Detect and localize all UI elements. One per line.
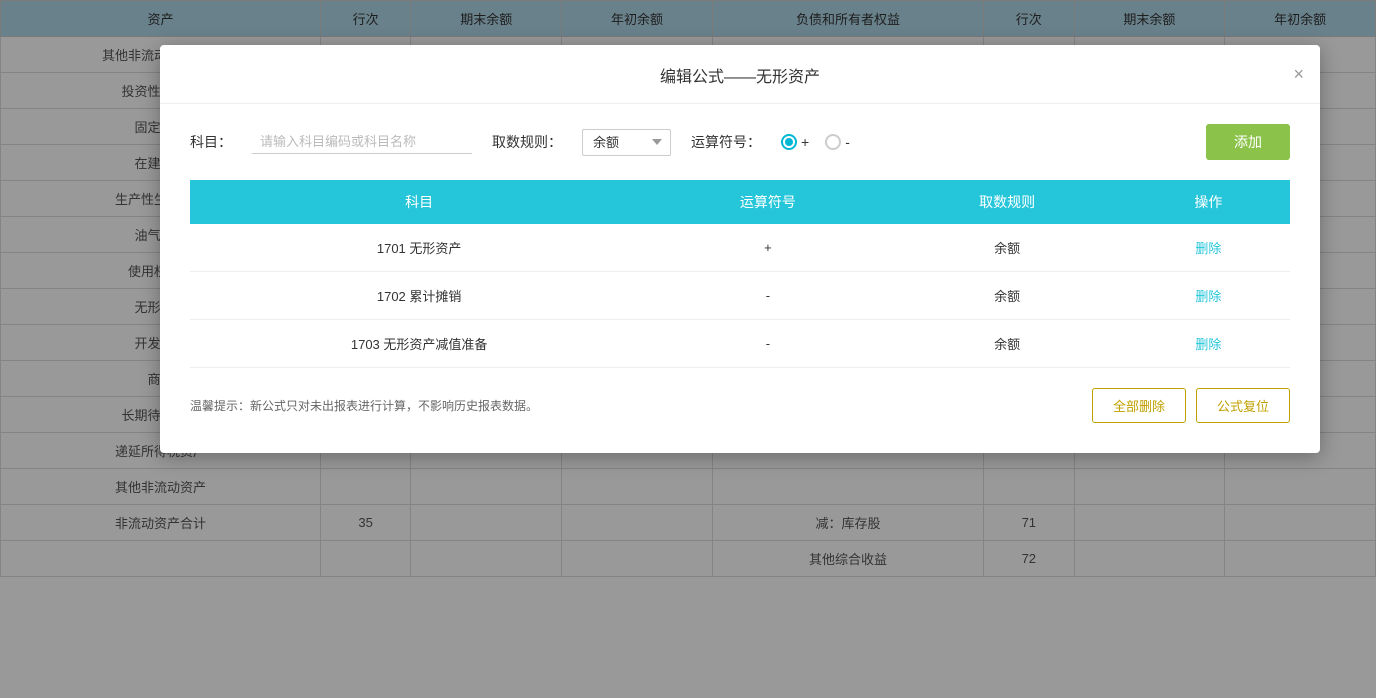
operator-label: 运算符号：	[691, 132, 761, 152]
th-action: 操作	[1127, 180, 1290, 224]
radio-plus[interactable]: +	[781, 134, 809, 150]
cell-operator: -	[648, 272, 887, 320]
delete-row-button[interactable]: 删除	[1195, 241, 1221, 256]
radio-minus[interactable]: -	[825, 134, 850, 150]
cell-subject: 1701 无形资产	[190, 224, 648, 272]
modal-close-button[interactable]: ×	[1293, 65, 1304, 83]
modal-title: 编辑公式——无形资产	[660, 63, 820, 87]
edit-formula-modal: 编辑公式——无形资产 × 科目： 取数规则： 余额 借方 贷方 借方累计 贷方累…	[160, 45, 1320, 453]
cell-rule: 余额	[888, 272, 1127, 320]
th-subject: 科目	[190, 180, 648, 224]
delete-row-button[interactable]: 删除	[1195, 337, 1221, 352]
table-row: 1701 无形资产+余额 删除	[190, 224, 1290, 272]
cell-action: 删除	[1127, 224, 1290, 272]
table-row: 1702 累计摊销-余额 删除	[190, 272, 1290, 320]
radio-minus-circle	[825, 134, 841, 150]
th-operator: 运算符号	[648, 180, 887, 224]
modal-footer: 温馨提示：新公式只对未出报表进行计算，不影响历史报表数据。 全部删除 公式复位	[160, 388, 1320, 423]
rule-label: 取数规则：	[492, 132, 562, 152]
add-button[interactable]: 添加	[1206, 124, 1290, 160]
table-header-row: 科目 运算符号 取数规则 操作	[190, 180, 1290, 224]
formula-table: 科目 运算符号 取数规则 操作 1701 无形资产+余额删除1702 累计摊销-…	[190, 180, 1290, 368]
radio-plus-label: +	[801, 134, 809, 150]
delete-row-button[interactable]: 删除	[1195, 289, 1221, 304]
cell-subject: 1703 无形资产减值准备	[190, 320, 648, 368]
footer-tip: 温馨提示：新公式只对未出报表进行计算，不影响历史报表数据。	[190, 397, 538, 414]
operator-radio-group: + -	[781, 134, 850, 150]
formula-table-wrapper: 科目 运算符号 取数规则 操作 1701 无形资产+余额删除1702 累计摊销-…	[160, 180, 1320, 368]
th-rule: 取数规则	[888, 180, 1127, 224]
modal-header: 编辑公式——无形资产 ×	[160, 45, 1320, 104]
subject-input[interactable]	[252, 130, 472, 154]
rule-select[interactable]: 余额 借方 贷方 借方累计 贷方累计	[582, 129, 671, 156]
delete-all-button[interactable]: 全部删除	[1092, 388, 1186, 423]
footer-buttons: 全部删除 公式复位	[1092, 388, 1290, 423]
cell-operator: +	[648, 224, 887, 272]
formula-form: 科目： 取数规则： 余额 借方 贷方 借方累计 贷方累计 运算符号： + - 添…	[160, 104, 1320, 180]
cell-action: 删除	[1127, 320, 1290, 368]
subject-label: 科目：	[190, 132, 232, 152]
cell-rule: 余额	[888, 224, 1127, 272]
reset-formula-button[interactable]: 公式复位	[1196, 388, 1290, 423]
cell-operator: -	[648, 320, 887, 368]
cell-rule: 余额	[888, 320, 1127, 368]
table-row: 1703 无形资产减值准备-余额 删除	[190, 320, 1290, 368]
cell-action: 删除	[1127, 272, 1290, 320]
cell-subject: 1702 累计摊销	[190, 272, 648, 320]
rule-select-wrapper: 余额 借方 贷方 借方累计 贷方累计	[582, 129, 671, 156]
radio-minus-label: -	[845, 134, 850, 150]
radio-plus-circle	[781, 134, 797, 150]
